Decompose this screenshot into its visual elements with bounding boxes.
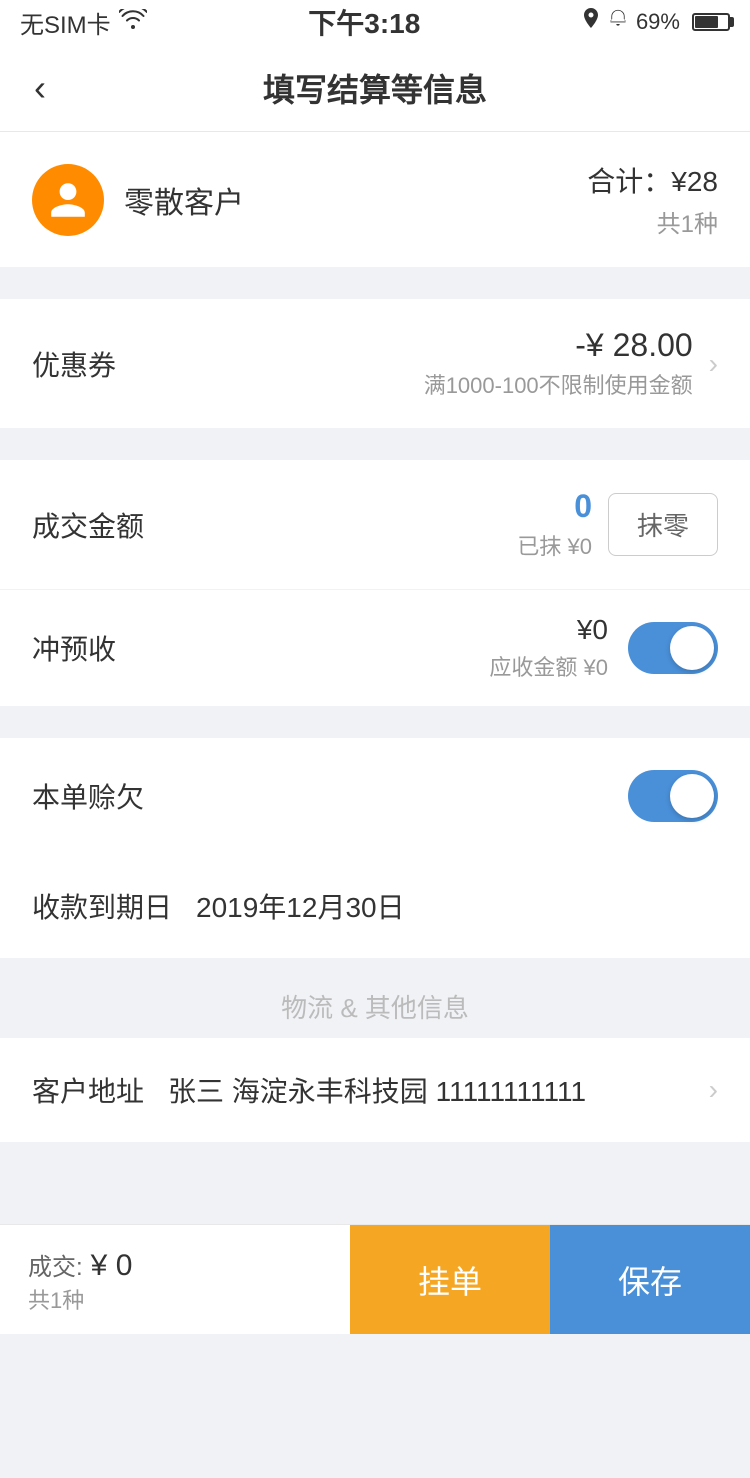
debt-card: 本单赊欠 收款到期日 2019年12月30日 [0, 738, 750, 958]
divider-2 [0, 444, 750, 460]
advance-toggle-knob [670, 626, 714, 670]
location-icon [582, 8, 600, 36]
due-date-row: 收款到期日 2019年12月30日 [0, 854, 750, 958]
address-label: 客户地址 [32, 1070, 144, 1110]
transaction-row: 成交金额 0 已抹 ¥0 抹零 [0, 460, 750, 590]
bottom-count: 共1种 [28, 1283, 322, 1315]
logistics-section-sep: 物流 & 其他信息 [0, 974, 750, 1038]
status-time: 下午3:18 [308, 2, 420, 42]
coupon-row[interactable]: 优惠券 -¥ 28.00 满1000-100不限制使用金额 › [0, 299, 750, 428]
divider-1 [0, 283, 750, 299]
advance-payment-row: 冲预收 ¥0 应收金额 ¥0 [0, 590, 750, 706]
deal-label: 成交: [28, 1247, 83, 1282]
bottom-bar: 成交: ¥ 0 共1种 挂单 保存 [0, 1224, 750, 1334]
transaction-right: 0 已抹 ¥0 抹零 [517, 488, 718, 561]
due-date-label: 收款到期日 [32, 886, 172, 926]
customer-summary: 合计：¥28 共1种 [587, 160, 718, 239]
advance-label: 冲预收 [32, 628, 116, 668]
transaction-sub: 已抹 ¥0 [517, 529, 592, 561]
due-date-value: 2019年12月30日 [196, 886, 405, 926]
bottom-info: 成交: ¥ 0 共1种 [0, 1225, 350, 1334]
round-down-button[interactable]: 抹零 [608, 493, 718, 556]
transaction-info: 0 已抹 ¥0 [517, 488, 592, 561]
customer-name: 零散客户 [124, 178, 244, 222]
wifi-icon [119, 8, 147, 36]
debt-row: 本单赊欠 [0, 738, 750, 854]
transaction-label: 成交金额 [32, 505, 144, 545]
logistics-label: 物流 & 其他信息 [281, 988, 469, 1025]
amount-card: 成交金额 0 已抹 ¥0 抹零 冲预收 ¥0 应收金额 ¥0 [0, 460, 750, 706]
coupon-card: 优惠券 -¥ 28.00 满1000-100不限制使用金额 › [0, 299, 750, 428]
hold-button[interactable]: 挂单 [350, 1225, 550, 1334]
transaction-value: 0 [517, 488, 592, 525]
alarm-icon [608, 8, 628, 36]
nav-bar: ‹ 填写结算等信息 [0, 44, 750, 132]
user-icon [47, 179, 89, 221]
address-card[interactable]: 客户地址 张三 海淀永丰科技园 11111111111 › [0, 1038, 750, 1142]
total-amount: 合计：¥28 [587, 160, 718, 200]
debt-label: 本单赊欠 [32, 776, 144, 816]
divider-3 [0, 722, 750, 738]
customer-left: 零散客户 [32, 164, 244, 236]
avatar [32, 164, 104, 236]
address-chevron: › [709, 1074, 718, 1106]
customer-card: 零散客户 合计：¥28 共1种 [0, 132, 750, 267]
page-title: 填写结算等信息 [263, 65, 487, 111]
deal-amount: ¥ 0 [91, 1249, 133, 1283]
advance-right: ¥0 应收金额 ¥0 [489, 614, 718, 682]
address-row[interactable]: 客户地址 张三 海淀永丰科技园 11111111111 › [0, 1038, 750, 1142]
coupon-right: -¥ 28.00 满1000-100不限制使用金额 › [424, 327, 718, 400]
address-value: 张三 海淀永丰科技园 11111111111 [168, 1070, 685, 1110]
debt-toggle-knob [670, 774, 714, 818]
coupon-label: 优惠券 [32, 344, 116, 384]
battery-percentage: 69% [636, 9, 680, 35]
battery-icon [692, 13, 730, 31]
advance-toggle[interactable] [628, 622, 718, 674]
customer-row: 零散客户 合计：¥28 共1种 [0, 132, 750, 267]
debt-toggle[interactable] [628, 770, 718, 822]
coupon-chevron: › [709, 348, 718, 380]
total-count: 共1种 [587, 204, 718, 239]
advance-amounts: ¥0 应收金额 ¥0 [489, 614, 608, 682]
advance-sub-amount: 应收金额 ¥0 [489, 650, 608, 682]
coupon-amount: -¥ 28.00 [424, 327, 693, 364]
coupon-sub: 满1000-100不限制使用金额 [424, 368, 693, 400]
status-bar: 无SIM卡 下午3:18 69% [0, 0, 750, 44]
status-right: 69% [582, 8, 730, 36]
sim-text: 无SIM卡 [20, 5, 111, 40]
coupon-info: -¥ 28.00 满1000-100不限制使用金额 [424, 327, 693, 400]
back-button[interactable]: ‹ [24, 57, 56, 119]
save-button[interactable]: 保存 [550, 1225, 750, 1334]
status-left: 无SIM卡 [20, 5, 147, 40]
advance-main-amount: ¥0 [489, 614, 608, 646]
